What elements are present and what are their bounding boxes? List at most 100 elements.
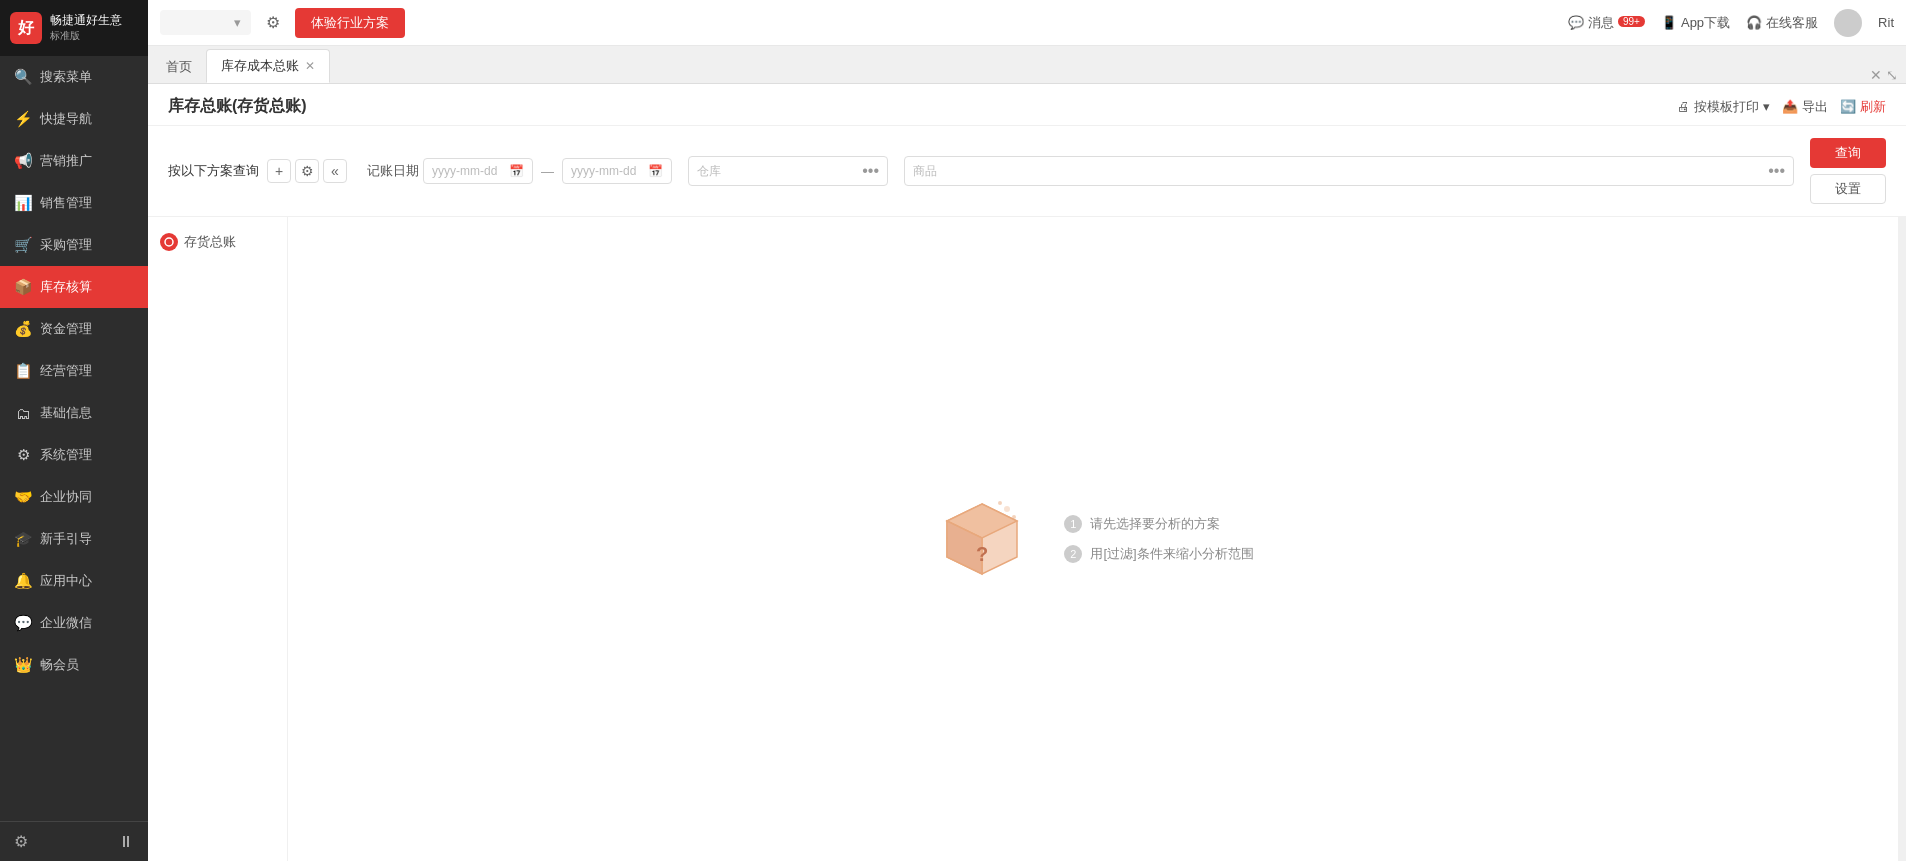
svg-text:?: ?	[976, 543, 988, 565]
app-center-icon: 🔔	[14, 572, 32, 590]
chevron-down-icon: ▾	[234, 15, 241, 30]
sidebar-item-app-center[interactable]: 🔔 应用中心	[0, 560, 148, 602]
online-service-btn[interactable]: 🎧 在线客服	[1746, 14, 1818, 32]
sidebar-item-newbie-guide[interactable]: 🎓 新手引导	[0, 518, 148, 560]
empty-box-icon: ?	[932, 489, 1032, 589]
sidebar-item-label: 搜索菜单	[40, 68, 92, 86]
filter-settings-btn-2[interactable]: 设置	[1810, 174, 1886, 204]
sidebar-item-label: 畅会员	[40, 656, 79, 674]
message-label: 消息	[1588, 14, 1614, 32]
mobile-icon: 📱	[1661, 15, 1677, 30]
tab-close-btn[interactable]: ✕	[305, 59, 315, 73]
sidebar-item-system[interactable]: ⚙ 系统管理	[0, 434, 148, 476]
collapse-icon: «	[331, 163, 339, 179]
sidebar-item-member[interactable]: 👑 畅会员	[0, 644, 148, 686]
tab-inventory-cost[interactable]: 库存成本总账 ✕	[206, 49, 330, 83]
sidebar-item-label: 经营管理	[40, 362, 92, 380]
filter-scheme-label: 按以下方案查询	[168, 162, 259, 180]
sidebar-item-quick-nav[interactable]: ⚡ 快捷导航	[0, 98, 148, 140]
sidebar-item-label: 应用中心	[40, 572, 92, 590]
filter-collapse-btn[interactable]: «	[323, 159, 347, 183]
sidebar-item-inventory[interactable]: 📦 库存核算	[0, 266, 148, 308]
export-btn[interactable]: 📤 导出	[1782, 98, 1828, 116]
sidebar-item-wechat[interactable]: 💬 企业微信	[0, 602, 148, 644]
content-area: 库存总账(存货总账) 🖨 按模板打印 ▾ 📤 导出 🔄 刷新 按以下方案查	[148, 84, 1906, 861]
app-logo-icon: 好	[10, 12, 42, 44]
calendar-icon-2: 📅	[648, 164, 663, 178]
date-dash: —	[537, 164, 558, 179]
window-resize-btn[interactable]: ⤡	[1886, 67, 1898, 83]
calendar-icon: 📅	[509, 164, 524, 178]
product-more-icon: •••	[1768, 162, 1785, 180]
refresh-label: 刷新	[1860, 98, 1886, 116]
sales-icon: 📊	[14, 194, 32, 212]
step-2-text: 用[过滤]条件来缩小分析范围	[1090, 545, 1253, 563]
topbar-left: ▾ ⚙ 体验行业方案	[160, 8, 1560, 38]
sidebar: 好 畅捷通好生意 标准版 🔍 搜索菜单 ⚡ 快捷导航 📢 营销推广 📊 销售管理…	[0, 0, 148, 861]
sidebar-item-label: 销售管理	[40, 194, 92, 212]
sidebar-nav: 🔍 搜索菜单 ⚡ 快捷导航 📢 营销推广 📊 销售管理 🛒 采购管理 📦 库存核…	[0, 56, 148, 821]
scheme-item-inventory-ledger[interactable]: 存货总账	[148, 225, 287, 259]
page-header-actions: 🖨 按模板打印 ▾ 📤 导出 🔄 刷新	[1677, 98, 1886, 116]
basic-info-icon: 🗂	[14, 405, 32, 422]
quick-nav-icon: ⚡	[14, 110, 32, 128]
settings-footer-btn[interactable]: ⚙	[14, 832, 28, 851]
sidebar-item-finance[interactable]: 💰 资金管理	[0, 308, 148, 350]
sidebar-item-marketing[interactable]: 📢 营销推广	[0, 140, 148, 182]
filter-product[interactable]: 商品 •••	[904, 156, 1794, 186]
topbar-settings-btn[interactable]: ⚙	[259, 9, 287, 37]
scheme-sidebar: 存货总账	[148, 217, 288, 861]
print-label: 按模板打印	[1694, 98, 1759, 116]
management-icon: 📋	[14, 362, 32, 380]
sidebar-item-management[interactable]: 📋 经营管理	[0, 350, 148, 392]
sidebar-item-sales[interactable]: 📊 销售管理	[0, 182, 148, 224]
main-area: ▾ ⚙ 体验行业方案 💬 消息 99+ 📱 App下载 🎧 在线客服 Rit	[148, 0, 1906, 861]
print-btn[interactable]: 🖨 按模板打印 ▾	[1677, 98, 1770, 116]
right-resize-handle[interactable]	[1898, 217, 1906, 861]
scheme-item-label: 存货总账	[184, 233, 236, 251]
tabbar: 首页 库存成本总账 ✕ ✕ ⤡	[148, 46, 1906, 84]
content-body: 存货总账	[148, 217, 1906, 861]
svg-point-6	[1004, 506, 1010, 512]
topbar-right: 💬 消息 99+ 📱 App下载 🎧 在线客服 Rit	[1568, 9, 1894, 37]
tab-home-label: 首页	[166, 58, 192, 76]
window-close-btn[interactable]: ✕	[1870, 67, 1882, 83]
workspace-name	[170, 14, 230, 31]
search-icon: 🔍	[14, 68, 32, 86]
filter-date-end[interactable]: yyyy-mm-dd 📅	[562, 158, 672, 184]
app-download-btn[interactable]: 📱 App下载	[1661, 14, 1730, 32]
step-1-text: 请先选择要分析的方案	[1090, 515, 1220, 533]
filter-settings-btn[interactable]: ⚙	[295, 159, 319, 183]
sidebar-item-label: 快捷导航	[40, 110, 92, 128]
svg-point-8	[998, 501, 1002, 505]
refresh-btn[interactable]: 🔄 刷新	[1840, 98, 1886, 116]
sidebar-item-basic-info[interactable]: 🗂 基础信息	[0, 392, 148, 434]
message-btn[interactable]: 💬 消息 99+	[1568, 14, 1645, 32]
industry-solution-btn[interactable]: 体验行业方案	[295, 8, 405, 38]
date-start-placeholder: yyyy-mm-dd	[432, 164, 505, 178]
topbar: ▾ ⚙ 体验行业方案 💬 消息 99+ 📱 App下载 🎧 在线客服 Rit	[148, 0, 1906, 46]
app-version: 标准版	[50, 29, 122, 43]
workspace-selector[interactable]: ▾	[160, 10, 251, 35]
step-num-2: 2	[1064, 545, 1082, 563]
date-label: 记账日期	[367, 162, 419, 180]
filter-warehouse[interactable]: 仓库 •••	[688, 156, 888, 186]
print-chevron: ▾	[1763, 99, 1770, 114]
filter-date-start[interactable]: yyyy-mm-dd 📅	[423, 158, 533, 184]
empty-steps: 1 请先选择要分析的方案 2 用[过滤]条件来缩小分析范围	[1064, 515, 1253, 563]
message-badge: 99+	[1618, 16, 1645, 27]
sidebar-item-enterprise-collab[interactable]: 🤝 企业协同	[0, 476, 148, 518]
query-btn[interactable]: 查询	[1810, 138, 1886, 168]
filter-add-btn[interactable]: +	[267, 159, 291, 183]
svg-point-0	[165, 238, 173, 246]
user-avatar[interactable]	[1834, 9, 1862, 37]
tab-home[interactable]: 首页	[152, 51, 206, 83]
wechat-icon: 💬	[14, 614, 32, 632]
sidebar-item-label: 企业微信	[40, 614, 92, 632]
sidebar-item-purchase[interactable]: 🛒 采购管理	[0, 224, 148, 266]
sidebar-item-search[interactable]: 🔍 搜索菜单	[0, 56, 148, 98]
marketing-icon: 📢	[14, 152, 32, 170]
sidebar-item-label: 采购管理	[40, 236, 92, 254]
page-header: 库存总账(存货总账) 🖨 按模板打印 ▾ 📤 导出 🔄 刷新	[148, 84, 1906, 126]
collapse-sidebar-btn[interactable]: ⏸	[118, 833, 134, 851]
